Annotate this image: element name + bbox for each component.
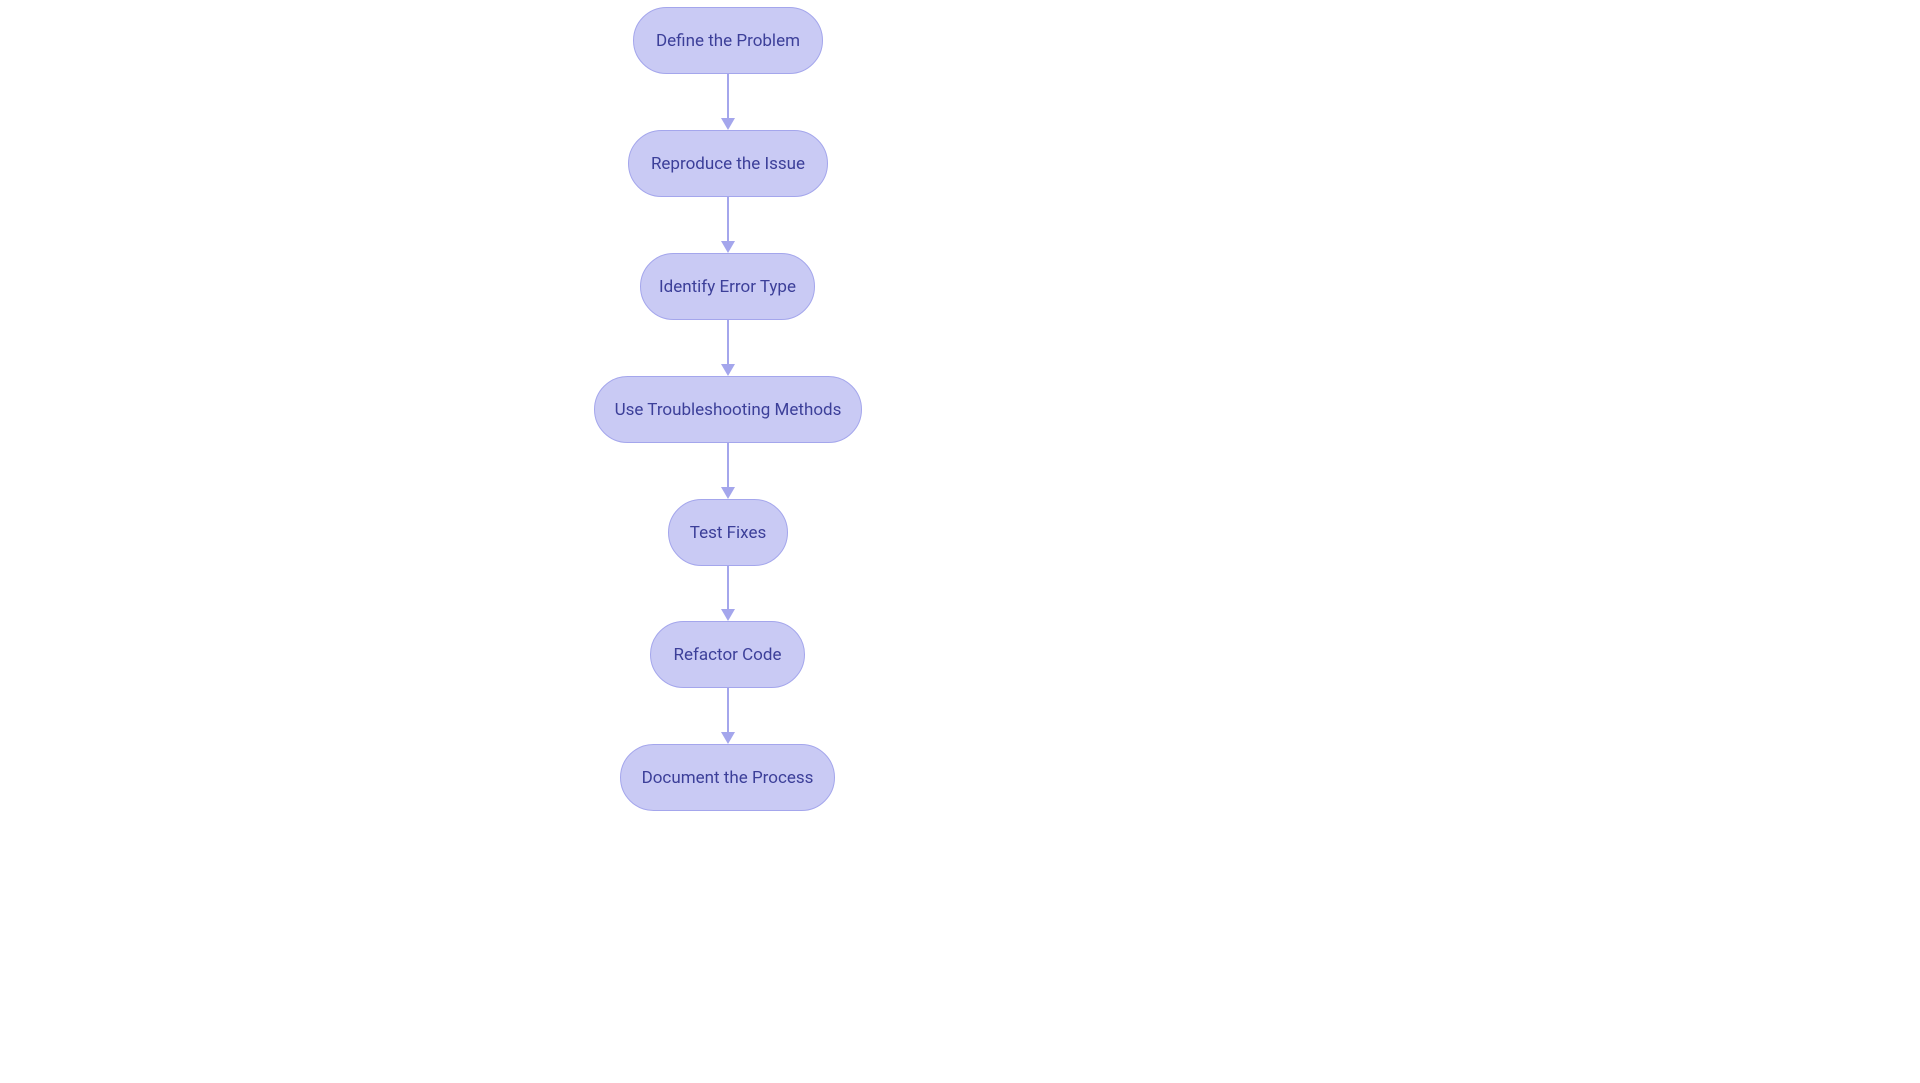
arrow-line: [727, 443, 729, 487]
node-label: Test Fixes: [690, 523, 766, 543]
arrow-line: [727, 566, 729, 609]
arrow-head-icon: [721, 364, 735, 376]
node-label: Reproduce the Issue: [651, 154, 805, 174]
node-label: Use Troubleshooting Methods: [615, 400, 842, 420]
arrow-line: [727, 197, 729, 241]
node-label: Define the Problem: [656, 31, 800, 51]
flowchart-canvas: Define the Problem Reproduce the Issue I…: [0, 0, 1920, 1083]
arrow-line: [727, 688, 729, 732]
arrow-line: [727, 74, 729, 118]
arrow-head-icon: [721, 487, 735, 499]
node-label: Identify Error Type: [659, 277, 796, 297]
arrow-head-icon: [721, 609, 735, 621]
arrow-head-icon: [721, 118, 735, 130]
node-test-fixes: Test Fixes: [668, 499, 788, 566]
arrow-line: [727, 320, 729, 364]
node-label: Document the Process: [642, 768, 814, 788]
node-identify-error: Identify Error Type: [640, 253, 815, 320]
arrow-head-icon: [721, 732, 735, 744]
arrow-head-icon: [721, 241, 735, 253]
node-document-process: Document the Process: [620, 744, 835, 811]
node-define-problem: Define the Problem: [633, 7, 823, 74]
node-label: Refactor Code: [674, 645, 782, 665]
node-troubleshoot: Use Troubleshooting Methods: [594, 376, 862, 443]
node-refactor-code: Refactor Code: [650, 621, 805, 688]
node-reproduce-issue: Reproduce the Issue: [628, 130, 828, 197]
